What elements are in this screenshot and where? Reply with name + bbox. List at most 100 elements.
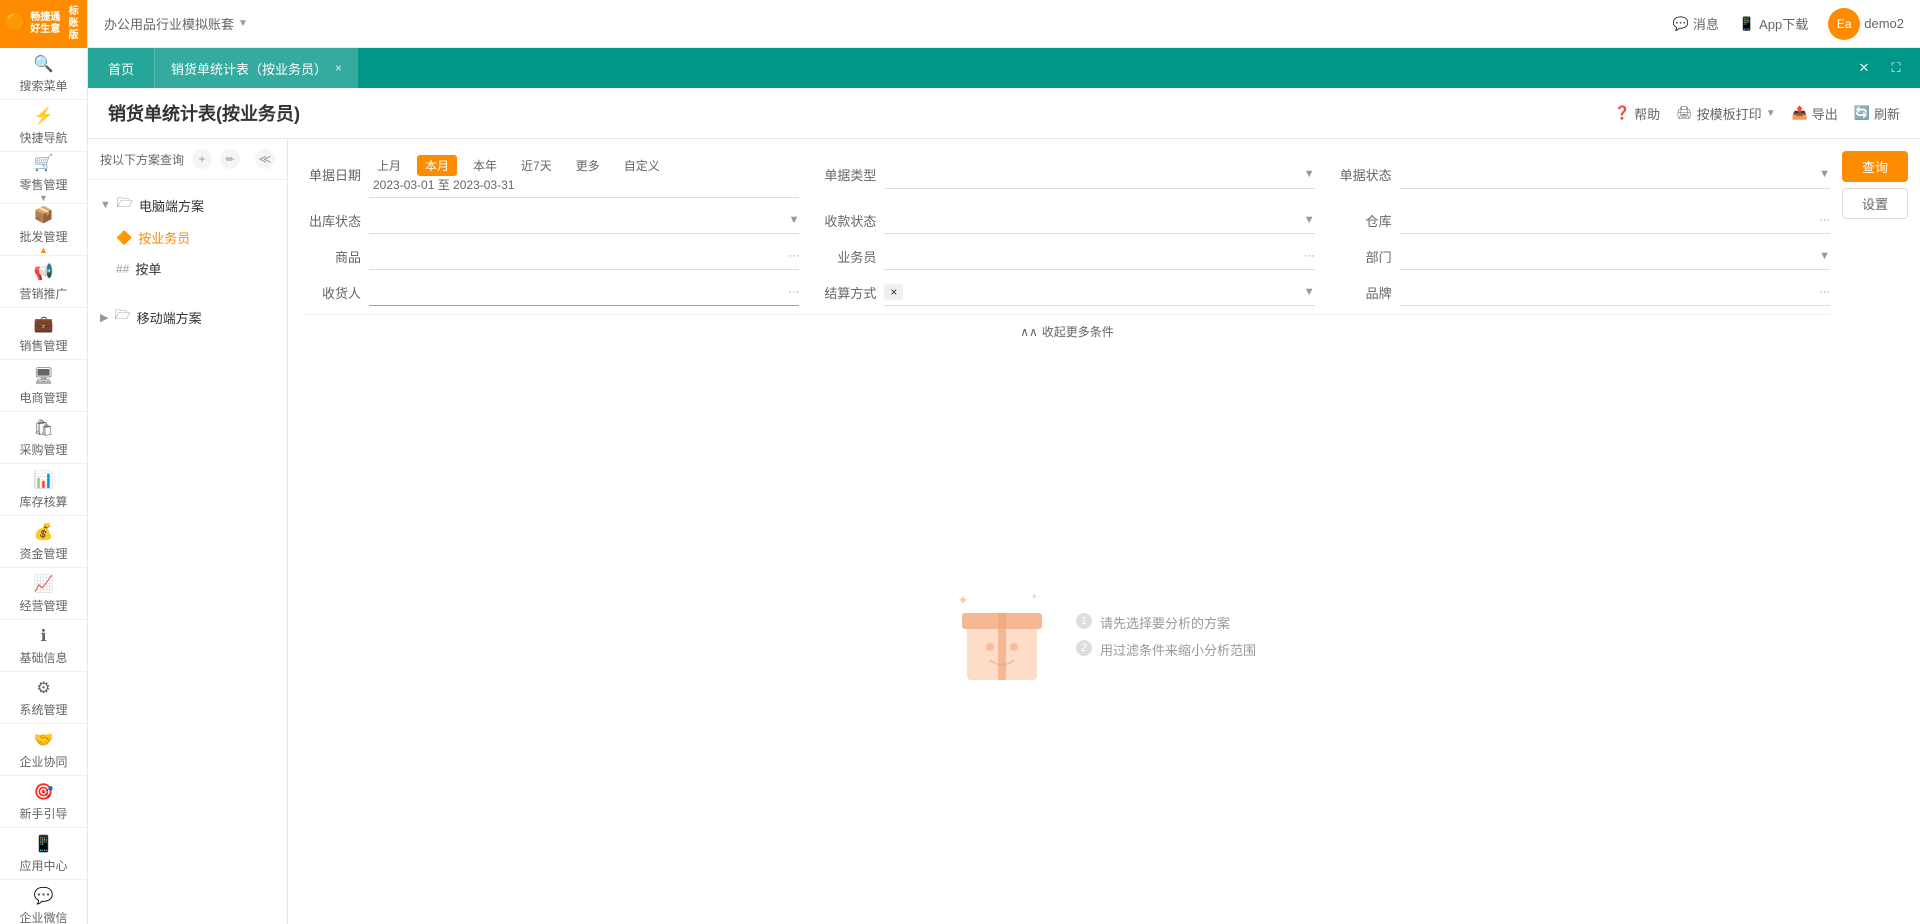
edit-scheme-btn[interactable]: ✏	[220, 149, 240, 169]
warehouse-control[interactable]: ···	[1400, 206, 1830, 234]
mobile-schemes-label: 移动端方案	[137, 308, 202, 327]
tab-fullscreen-icon[interactable]: ⛶	[1884, 56, 1908, 80]
sidebar-item-guide[interactable]: 🎯 新手引导	[0, 776, 87, 828]
sidebar-item-sales[interactable]: 💼 销售管理	[0, 308, 87, 360]
mobile-schemes-header[interactable]: ▶ 🗁 移动端方案	[88, 300, 287, 334]
sidebar-item-ecommerce[interactable]: 🖥 电商管理	[0, 360, 87, 412]
print-icon: 🖨	[1676, 105, 1693, 121]
date-btn-custom[interactable]: 自定义	[616, 155, 668, 176]
salesperson-more-icon[interactable]: ···	[1304, 250, 1315, 262]
export-btn[interactable]: 📤 导出	[1792, 104, 1838, 123]
payment-dropdown-icon[interactable]: ▼	[1304, 286, 1315, 298]
sidebar-item-purchase[interactable]: 🛍 采购管理	[0, 412, 87, 464]
sales-icon: 💼	[34, 314, 54, 334]
print-dropdown-icon[interactable]: ▼	[1766, 108, 1776, 119]
collapse-panel-btn[interactable]: ≪	[255, 149, 275, 169]
date-btn-this-month[interactable]: 本月	[417, 155, 457, 176]
sidebar-item-wechat[interactable]: 💬 企业微信	[0, 880, 87, 924]
doc-status-dropdown-icon[interactable]: ▼	[1819, 168, 1830, 180]
doc-type-control[interactable]: ▼	[884, 161, 1314, 189]
receiver-more-icon[interactable]: ···	[788, 286, 799, 298]
goods-control[interactable]: ···	[369, 242, 799, 270]
sidebar-item-operations[interactable]: 📈 经营管理	[0, 568, 87, 620]
empty-tip-1: 1 请先选择要分析的方案	[1076, 613, 1230, 632]
scheme-doc-icon: ##	[116, 262, 129, 276]
tab-close-btn[interactable]: ×	[335, 61, 342, 75]
avatar-text: Ea	[1837, 17, 1852, 31]
warehouse-more-icon[interactable]: ···	[1819, 214, 1830, 226]
dept-control[interactable]: ▼	[1400, 242, 1830, 270]
user-profile-btn[interactable]: Ea demo2	[1828, 8, 1904, 40]
dept-dropdown-icon[interactable]: ▼	[1819, 250, 1830, 262]
empty-state: ✦ ✦ 1 请先选择要分析的方案	[288, 348, 1920, 924]
date-btn-7days[interactable]: 近7天	[513, 155, 560, 176]
tip-number-1: 1	[1076, 613, 1092, 629]
salesperson-label: 业务员	[819, 247, 884, 266]
out-status-dropdown-icon[interactable]: ▼	[788, 214, 799, 226]
sidebar-item-quicknav[interactable]: ⚡ 快捷导航	[0, 100, 87, 152]
sidebar-item-appcenter[interactable]: 📱 应用中心	[0, 828, 87, 880]
page-title: 销货单统计表(按业务员)	[108, 100, 300, 126]
collapse-more-btn[interactable]: ∧∧ 收起更多条件	[304, 314, 1830, 348]
pc-schemes-header[interactable]: ▼ 🗁 电脑端方案	[88, 188, 287, 222]
sidebar-item-basic[interactable]: ℹ 基础信息	[0, 620, 87, 672]
receiver-control[interactable]: ···	[369, 278, 799, 306]
sidebar-label-search: 搜索菜单	[19, 77, 67, 94]
sidebar: 🟠 畅捷通好生意 标账版 🔍 搜索菜单 ⚡ 快捷导航 🛒 零售管理 ▼ 📦 批发…	[0, 0, 88, 924]
sidebar-item-collab[interactable]: 🤝 企业协同	[0, 724, 87, 776]
out-status-control[interactable]: ▼	[369, 206, 799, 234]
app-download-btn[interactable]: 📱 App下载	[1739, 14, 1808, 33]
purchase-icon: 🛍	[33, 418, 53, 438]
payment-label: 结算方式	[819, 283, 884, 302]
query-button[interactable]: 查询	[1842, 151, 1908, 182]
date-buttons: 上月 本月 本年 近7天 更多 自定义	[369, 155, 668, 176]
tab-sales-stat[interactable]: 销货单统计表（按业务员） ×	[154, 48, 358, 88]
pc-schemes-label: 电脑端方案	[139, 196, 204, 215]
receipt-status-dropdown-icon[interactable]: ▼	[1304, 214, 1315, 226]
sidebar-item-retail[interactable]: 🛒 零售管理 ▼	[0, 152, 87, 204]
receipt-status-filter-item: 收款状态 ▼	[819, 206, 1314, 234]
payment-tag: ×	[884, 284, 903, 300]
page-header-actions: ❓ 帮助 🖨 按模板打印 ▼ 📤 导出 🔄 刷新	[1614, 104, 1900, 123]
help-btn[interactable]: ❓ 帮助	[1614, 104, 1660, 123]
goods-more-icon[interactable]: ···	[788, 250, 799, 262]
tab-sales-stat-label: 销货单统计表（按业务员）	[171, 59, 327, 78]
sidebar-item-wholesale[interactable]: 📦 批发管理 ▲	[0, 204, 87, 256]
sidebar-item-marketing[interactable]: 📢 营销推广	[0, 256, 87, 308]
doc-status-filter-item: 单据状态 ▼	[1335, 151, 1830, 198]
date-btn-more[interactable]: 更多	[568, 155, 608, 176]
help-icon: ❓	[1614, 105, 1630, 121]
sidebar-item-system[interactable]: ⚙ 系统管理	[0, 672, 87, 724]
sidebar-item-search[interactable]: 🔍 搜索菜单	[0, 48, 87, 100]
salesperson-control[interactable]: ···	[884, 242, 1314, 270]
payment-tag-close[interactable]: ×	[890, 285, 897, 299]
sidebar-item-inventory[interactable]: 📊 库存核算	[0, 464, 87, 516]
message-icon: 💬	[1673, 16, 1689, 32]
add-scheme-btn[interactable]: +	[192, 149, 212, 169]
logo-icon: 🟠	[4, 12, 26, 34]
message-label: 消息	[1693, 14, 1719, 33]
print-btn[interactable]: 🖨 按模板打印 ▼	[1676, 104, 1775, 123]
scheme-salesperson[interactable]: 🔶 按业务员	[116, 222, 287, 253]
sidebar-item-finance[interactable]: 💰 资金管理	[0, 516, 87, 568]
topbar-dropdown-icon[interactable]: ▼	[238, 18, 248, 29]
message-btn[interactable]: 💬 消息	[1673, 14, 1719, 33]
collab-icon: 🤝	[34, 730, 54, 750]
settings-button[interactable]: 设置	[1842, 188, 1908, 219]
doc-type-dropdown-icon[interactable]: ▼	[1304, 168, 1315, 180]
receiver-filter-item: 收货人 ···	[304, 278, 799, 306]
refresh-btn[interactable]: 🔄 刷新	[1854, 104, 1900, 123]
wholesale-icon: 📦	[34, 205, 54, 225]
brand-more-icon[interactable]: ···	[1819, 286, 1830, 298]
sidebar-label-system: 系统管理	[19, 701, 67, 718]
tabbar: 首页 销货单统计表（按业务员） × ✕ ⛶	[88, 48, 1920, 88]
date-btn-this-year[interactable]: 本年	[465, 155, 505, 176]
tab-close-all-icon[interactable]: ✕	[1852, 56, 1876, 80]
date-btn-last-month[interactable]: 上月	[369, 155, 409, 176]
tab-home[interactable]: 首页	[88, 48, 154, 88]
receipt-status-control[interactable]: ▼	[884, 206, 1314, 234]
scheme-by-doc[interactable]: ## 按单	[116, 253, 287, 284]
brand-control[interactable]: ···	[1400, 278, 1830, 306]
doc-status-control[interactable]: ▼	[1400, 161, 1830, 189]
payment-control[interactable]: × ▼	[884, 278, 1314, 306]
